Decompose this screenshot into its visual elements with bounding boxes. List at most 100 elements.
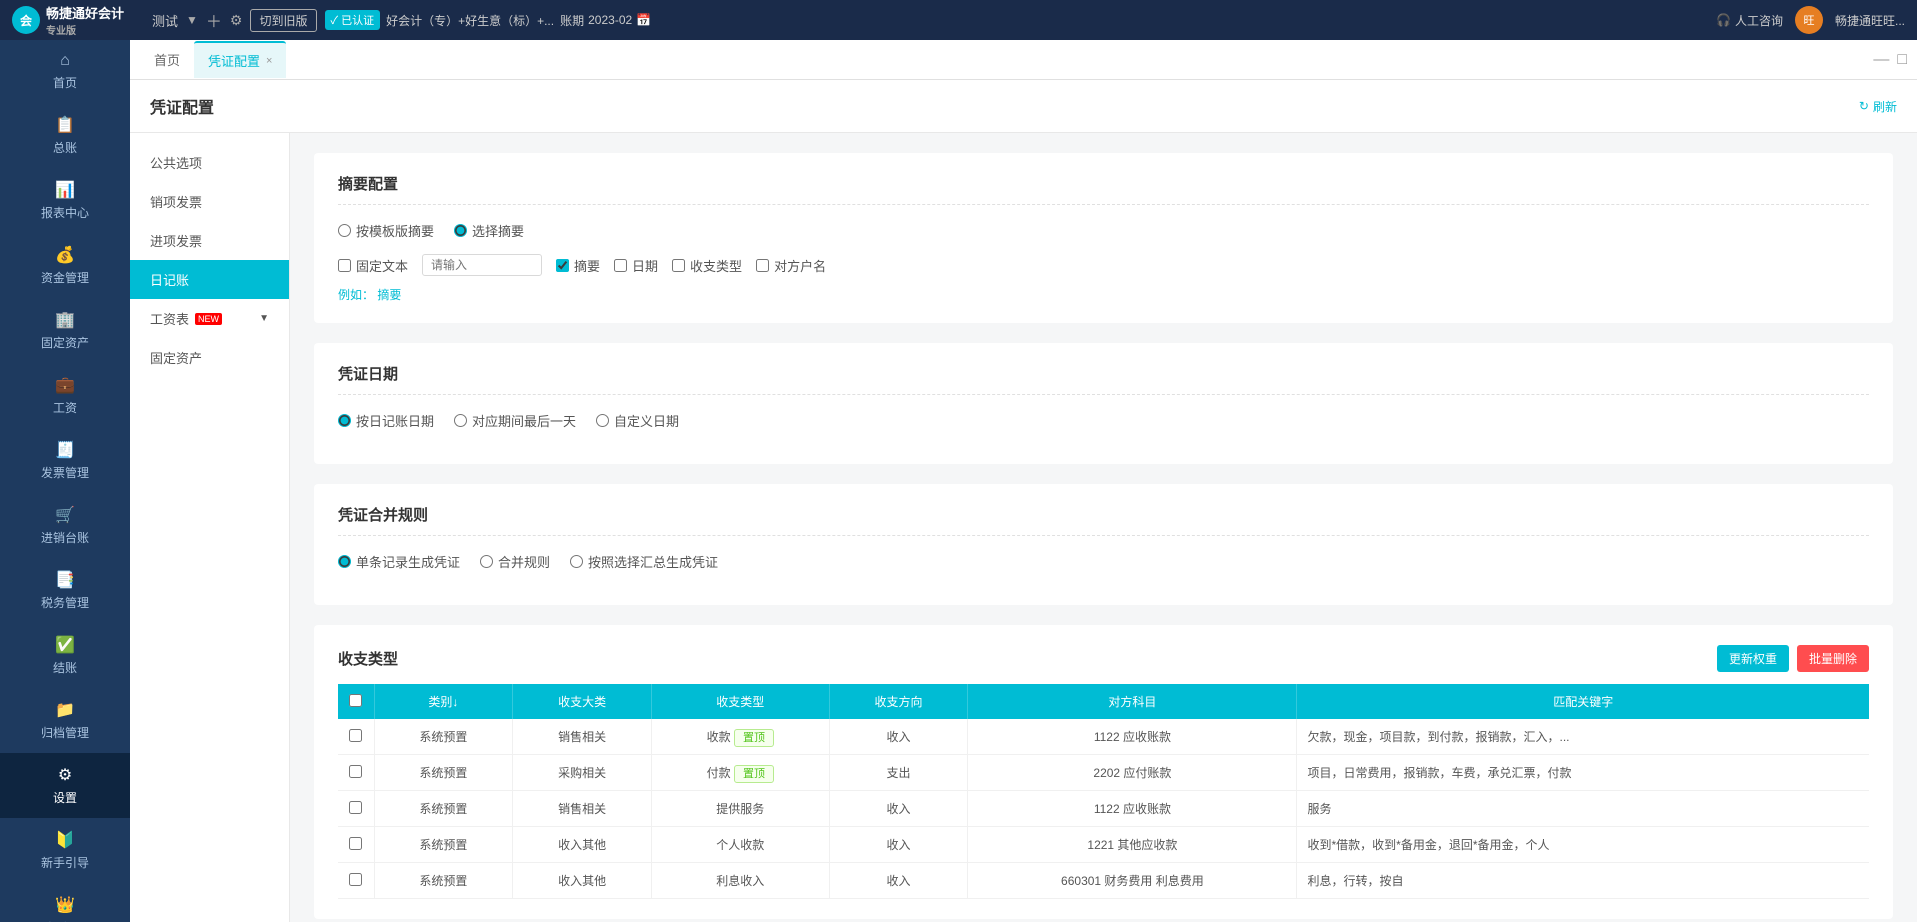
home-icon: ⌂ (60, 52, 70, 70)
status-text: 好会计（专）+好生意（标）+... (386, 12, 554, 29)
checkbox-counterparty[interactable]: 对方户名 (756, 256, 826, 275)
merge-rule-section: 凭证合并规则 单条记录生成凭证 合并规则 按照选择汇总生成凭证 (314, 484, 1893, 605)
select-all-checkbox[interactable] (349, 694, 362, 707)
period-badge: 账期 2023-02 📅 (560, 12, 651, 29)
row-category: 系统预置 (374, 827, 513, 863)
th-category: 类别↓ (374, 684, 513, 719)
minimize-button[interactable]: — (1873, 51, 1889, 69)
dropdown-arrow-icon[interactable]: ▼ (186, 13, 198, 27)
sidebar-item-home[interactable]: ⌂ 首页 (0, 40, 130, 103)
sidebar-item-salary[interactable]: 💼 工资 (0, 363, 130, 428)
summary-title: 摘要配置 (338, 173, 1869, 205)
sidebar-item-ledger[interactable]: 📋 总账 (0, 103, 130, 168)
sidebar-item-purchase[interactable]: 🛒 进销台账 (0, 493, 130, 558)
config-main: 摘要配置 按模板版摘要 选择摘要 (290, 133, 1917, 922)
user-avatar[interactable]: 旺 (1795, 6, 1823, 34)
th-sub-type: 收支类型 (652, 684, 830, 719)
row-sub-type: 收款 置顶 (652, 719, 830, 755)
sidebar-item-fund[interactable]: 💰 资金管理 (0, 233, 130, 298)
config-item-sales-invoice[interactable]: 销项发票 (130, 182, 289, 221)
row-main-type: 销售相关 (513, 719, 652, 755)
row-keywords: 收到*借款，收到*备用金，退回*备用金，个人 (1297, 827, 1869, 863)
th-checkbox (338, 684, 374, 719)
tab-voucher-config[interactable]: 凭证配置 × (194, 41, 286, 78)
sidebar-item-archive[interactable]: 📁 归档管理 (0, 688, 130, 753)
switch-version-button[interactable]: 切到旧版 (250, 9, 316, 32)
content-area: 首页 凭证配置 × — □ 凭证配置 ↻ 刷新 公共选项 (130, 40, 1917, 922)
tab-home[interactable]: 首页 (140, 42, 194, 77)
table-buttons: 更新权重 批量删除 (1717, 645, 1869, 672)
member-icon: 👑 (55, 895, 75, 915)
service-button[interactable]: 🎧 人工咨询 (1716, 12, 1783, 29)
config-item-journal[interactable]: 日记账 (130, 260, 289, 299)
voucher-date-title: 凭证日期 (338, 363, 1869, 395)
voucher-date-section: 凭证日期 按日记账日期 对应期间最后一天 自定义日期 (314, 343, 1893, 464)
row-account: 1122 应收账款 (968, 719, 1297, 755)
refresh-button[interactable]: ↻ 刷新 (1859, 98, 1897, 115)
sidebar-label-archive: 归档管理 (41, 724, 89, 741)
fund-icon: 💰 (55, 245, 75, 265)
tab-bar: 首页 凭证配置 × — □ (130, 40, 1917, 80)
arrow-down-icon: ▼ (259, 313, 269, 324)
radio-single[interactable]: 单条记录生成凭证 (338, 552, 460, 571)
checkbox-type[interactable]: 收支类型 (672, 256, 742, 275)
add-icon[interactable]: ＋ (206, 8, 222, 32)
certified-badge: ✓ 已认证 (325, 10, 381, 30)
table-row: 系统预置 采购相关 付款 置顶 支出 2202 应付账款 项目，日常费用，报销款… (338, 755, 1869, 791)
income-type-title: 收支类型 (338, 648, 398, 669)
row-keywords: 项目，日常费用，报销款，车费，承兑汇票，付款 (1297, 755, 1869, 791)
sidebar-item-invoice[interactable]: 🧾 发票管理 (0, 428, 130, 493)
guide-icon: 🔰 (55, 830, 75, 850)
row-account: 1122 应收账款 (968, 791, 1297, 827)
sidebar-label-salary: 工资 (53, 399, 77, 416)
radio-template[interactable]: 按模板版摘要 (338, 221, 434, 240)
config-item-public[interactable]: 公共选项 (130, 143, 289, 182)
top-badge[interactable]: 置顶 (734, 729, 774, 747)
checkbox-summary[interactable]: 摘要 (556, 256, 600, 275)
sidebar-item-assets[interactable]: 🏢 固定资产 (0, 298, 130, 363)
config-item-salary-table[interactable]: 工资表 NEW ▼ (130, 299, 289, 338)
salary-icon: 💼 (55, 375, 75, 395)
radio-select-total[interactable]: 按照选择汇总生成凭证 (570, 552, 718, 571)
radio-journal-date[interactable]: 按日记账日期 (338, 411, 434, 430)
config-item-purchase-invoice[interactable]: 进项发票 (130, 221, 289, 260)
merge-rule-title: 凭证合并规则 (338, 504, 1869, 536)
calendar-icon[interactable]: 📅 (636, 13, 651, 27)
radio-period-last[interactable]: 对应期间最后一天 (454, 411, 576, 430)
config-item-fixed-assets[interactable]: 固定资产 (130, 338, 289, 377)
sidebar-item-guide[interactable]: 🔰 新手引导 (0, 818, 130, 883)
row-checkbox-cell (338, 827, 374, 863)
fixed-text-input[interactable] (422, 254, 542, 276)
th-main-type: 收支大类 (513, 684, 652, 719)
row-category: 系统预置 (374, 863, 513, 899)
sidebar-item-member[interactable]: 👑 畅会员 (0, 883, 130, 922)
config-layout: 公共选项 销项发票 进项发票 日记账 工资表 NEW ▼ 固定资产 (130, 133, 1917, 922)
tab-close-icon[interactable]: × (266, 55, 272, 67)
sidebar-item-settle[interactable]: ✅ 结账 (0, 623, 130, 688)
top-badge[interactable]: 置顶 (734, 765, 774, 783)
settings-icon[interactable]: ⚙ (230, 12, 243, 29)
tax-icon: 📑 (55, 570, 75, 590)
row-sub-type: 个人收款 (652, 827, 830, 863)
radio-select-summary[interactable]: 选择摘要 (454, 221, 524, 240)
radio-merge-rule[interactable]: 合并规则 (480, 552, 550, 571)
row-checkbox-cell (338, 791, 374, 827)
row-category: 系统预置 (374, 791, 513, 827)
radio-custom-date[interactable]: 自定义日期 (596, 411, 679, 430)
sidebar-item-settings[interactable]: ⚙ 设置 (0, 753, 130, 818)
checkbox-date[interactable]: 日期 (614, 256, 658, 275)
logo-icon: 会 (12, 6, 40, 34)
sidebar-item-report[interactable]: 📊 报表中心 (0, 168, 130, 233)
summary-section: 摘要配置 按模板版摘要 选择摘要 (314, 153, 1893, 323)
refresh-icon: ↻ (1859, 99, 1869, 113)
checkbox-fixed-text[interactable]: 固定文本 (338, 256, 408, 275)
income-type-section: 收支类型 更新权重 批量删除 类别↓ (314, 625, 1893, 919)
ledger-icon: 📋 (55, 115, 75, 135)
top-bar: 会 畅捷通好会计 专业版 测试 ▼ ＋ ⚙ 切到旧版 ✓ 已认证 好会计（专）+… (0, 0, 1917, 40)
sidebar-item-tax[interactable]: 📑 税务管理 (0, 558, 130, 623)
update-weight-button[interactable]: 更新权重 (1717, 645, 1789, 672)
maximize-button[interactable]: □ (1897, 51, 1907, 69)
date-radio-group: 按日记账日期 对应期间最后一天 自定义日期 (338, 411, 1869, 430)
batch-delete-button[interactable]: 批量删除 (1797, 645, 1869, 672)
th-keywords: 匹配关键字 (1297, 684, 1869, 719)
